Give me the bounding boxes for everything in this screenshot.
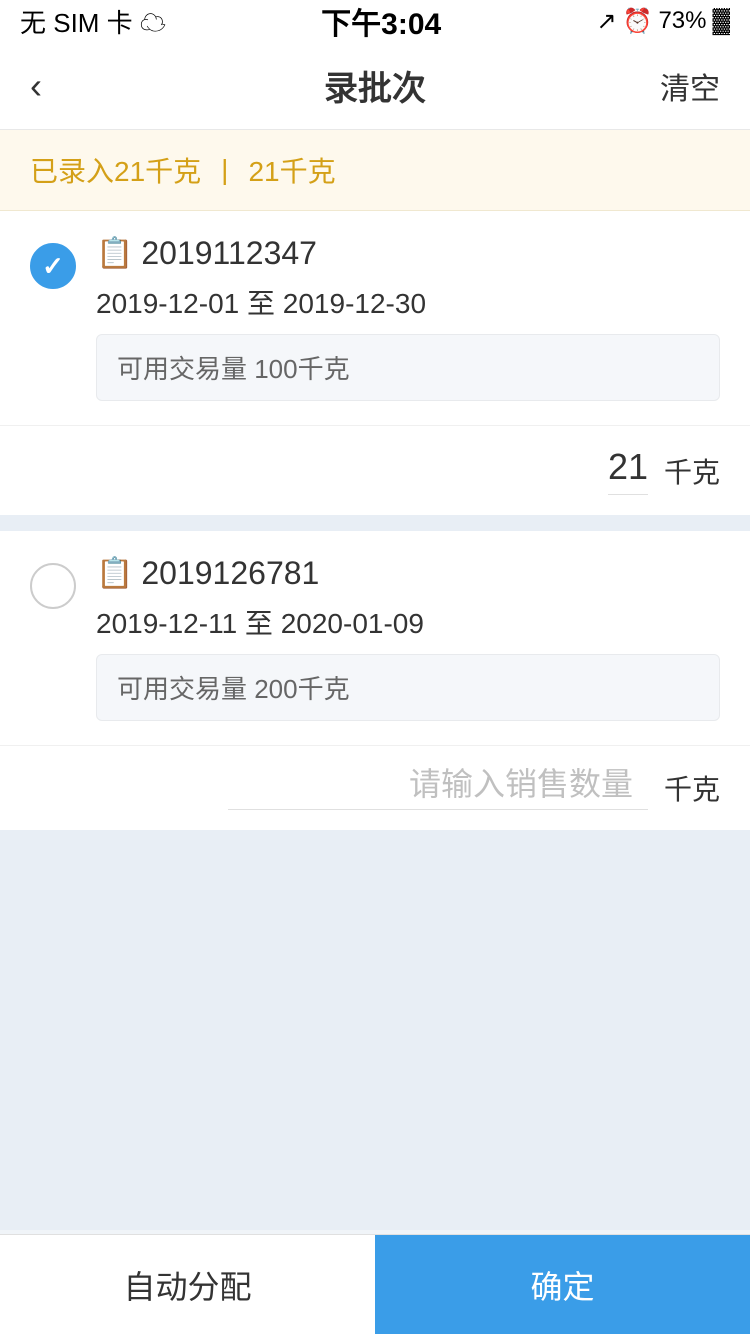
quantity-unit-2: 千克 [664,768,720,808]
status-time: 下午3:04 [321,0,441,43]
batch-checkbox-1[interactable] [30,243,76,289]
quantity-input-2[interactable] [228,766,648,803]
status-bar: 无 SIM 卡 ☁ 下午3:04 ↗ ⏰ 73% ▓ [0,0,750,42]
batch-info-1: 📋 2019112347 2019-12-01 至 2019-12-30 可用交… [96,235,720,401]
batch-avail-1: 可用交易量 100千克 [96,334,720,401]
confirm-button[interactable]: 确定 [375,1235,750,1334]
summary-label: 已录入21千克 [30,150,201,190]
batch-avail-2: 可用交易量 200千克 [96,654,720,721]
nav-bar: ‹ 录批次 清空 [0,42,750,130]
auto-distribute-button[interactable]: 自动分配 [0,1235,375,1334]
batch-date-1: 2019-12-01 至 2019-12-30 [96,282,720,322]
status-right: ↗ ⏰ 73% ▓ [596,7,730,36]
empty-area [0,830,750,1230]
batch-id-2: 2019126781 [141,555,319,592]
back-button[interactable]: ‹ [30,65,90,107]
battery-level: 73% [658,7,706,35]
status-left: 无 SIM 卡 ☁ [20,3,166,40]
sim-status: 无 SIM 卡 ☁ [20,3,166,40]
bottom-bar: 自动分配 确定 [0,1234,750,1334]
batch-card-2: 📋 2019126781 2019-12-11 至 2020-01-09 可用交… [0,531,750,830]
quantity-value-1: 21 [608,446,648,488]
batch-date-2: 2019-12-11 至 2020-01-09 [96,602,720,642]
battery-icon: ▓ [713,7,731,35]
quantity-unit-1: 千克 [664,451,720,491]
page-title: 录批次 [324,61,426,110]
summary-banner: 已录入21千克 | 21千克 [0,130,750,211]
location-icon: ↗ [596,7,616,36]
batch-id-1: 2019112347 [141,235,317,272]
summary-value: 21千克 [248,150,335,190]
batch-checkbox-2[interactable] [30,563,76,609]
clear-button[interactable]: 清空 [660,64,720,108]
batch-doc-icon-1: 📋 [96,236,133,271]
batch-info-2: 📋 2019126781 2019-12-11 至 2020-01-09 可用交… [96,555,720,721]
alarm-icon: ⏰ [623,7,653,36]
batch-doc-icon-2: 📋 [96,556,133,591]
summary-divider: | [221,154,228,186]
section-separator-1 [0,515,750,531]
batch-card-1: 📋 2019112347 2019-12-01 至 2019-12-30 可用交… [0,211,750,515]
